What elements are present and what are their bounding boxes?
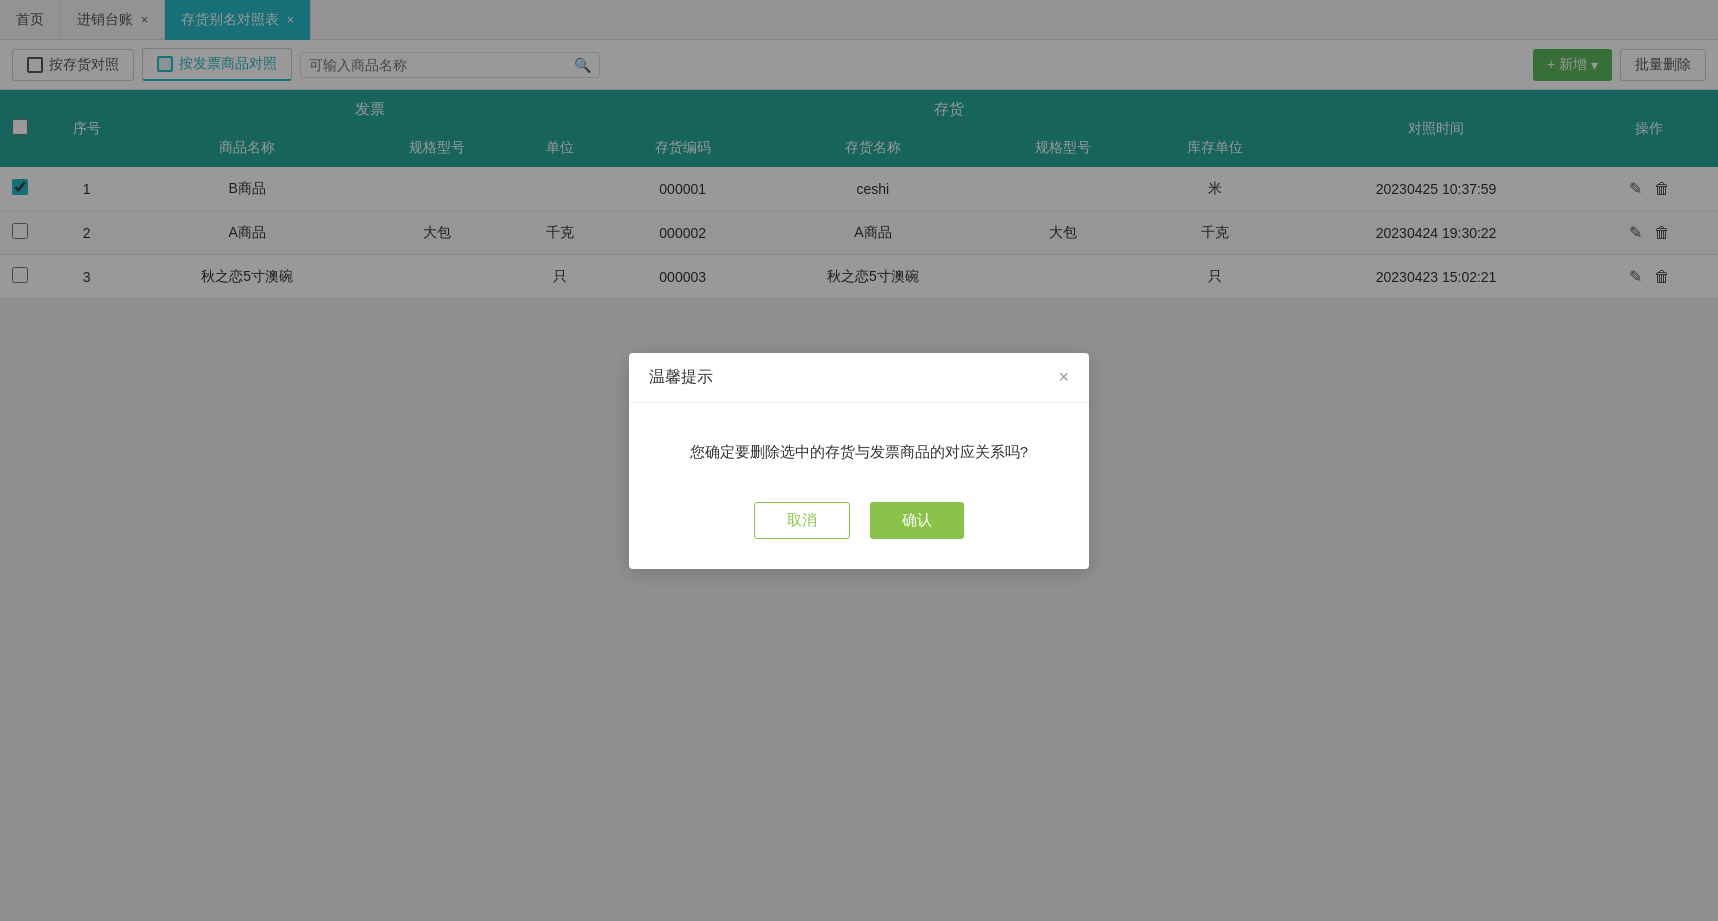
modal-overlay: 温馨提示 × 您确定要删除选中的存货与发票商品的对应关系吗? 取消 确认 — [0, 0, 1718, 299]
